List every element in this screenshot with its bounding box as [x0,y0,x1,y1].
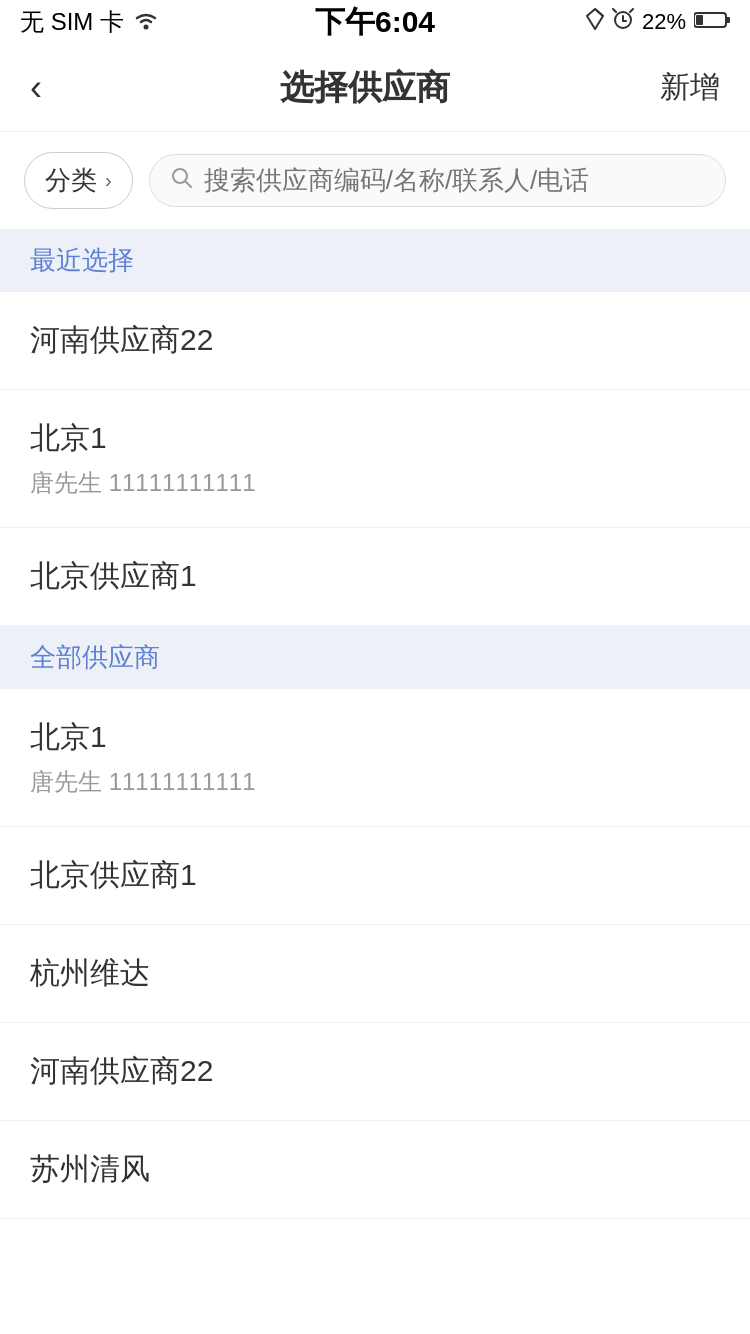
add-button[interactable]: 新增 [640,67,720,108]
search-area: 分类 › [0,132,750,229]
search-box[interactable] [149,154,726,207]
back-button[interactable]: ‹ [30,67,90,109]
category-label: 分类 [45,163,97,198]
list-item[interactable]: 北京供应商1 [0,827,750,925]
list-item[interactable]: 河南供应商22 [0,1023,750,1121]
alarm-icon [612,8,634,36]
recent-list: 河南供应商22 北京1 唐先生 11111111111 北京供应商1 [0,292,750,626]
list-item[interactable]: 杭州维达 [0,925,750,1023]
status-left: 无 SIM 卡 [20,6,160,38]
chevron-right-icon: › [105,169,112,192]
page-title: 选择供应商 [280,65,450,111]
svg-line-8 [185,181,191,187]
status-time: 下午6:04 [315,2,435,43]
svg-rect-6 [696,15,703,25]
status-bar: 无 SIM 卡 下午6:04 22 [0,0,750,44]
list-item[interactable]: 苏州清风 [0,1121,750,1219]
nav-bar: ‹ 选择供应商 新增 [0,44,750,132]
location-icon [586,8,604,36]
category-button[interactable]: 分类 › [24,152,133,209]
svg-rect-5 [726,17,730,23]
battery-icon [694,9,730,35]
status-right: 22% [586,8,730,36]
list-item[interactable]: 北京1 唐先生 11111111111 [0,689,750,827]
recent-section-header: 最近选择 [0,229,750,292]
all-list: 北京1 唐先生 11111111111 北京供应商1 杭州维达 河南供应商22 … [0,689,750,1219]
carrier-label: 无 SIM 卡 [20,6,124,38]
search-input[interactable] [204,165,705,196]
search-icon [170,166,194,196]
svg-point-0 [144,25,149,30]
list-item[interactable]: 北京供应商1 [0,528,750,626]
all-section-header: 全部供应商 [0,626,750,689]
wifi-icon [132,8,160,36]
list-item[interactable]: 河南供应商22 [0,292,750,390]
list-item[interactable]: 北京1 唐先生 11111111111 [0,390,750,528]
battery-label: 22% [642,9,686,35]
